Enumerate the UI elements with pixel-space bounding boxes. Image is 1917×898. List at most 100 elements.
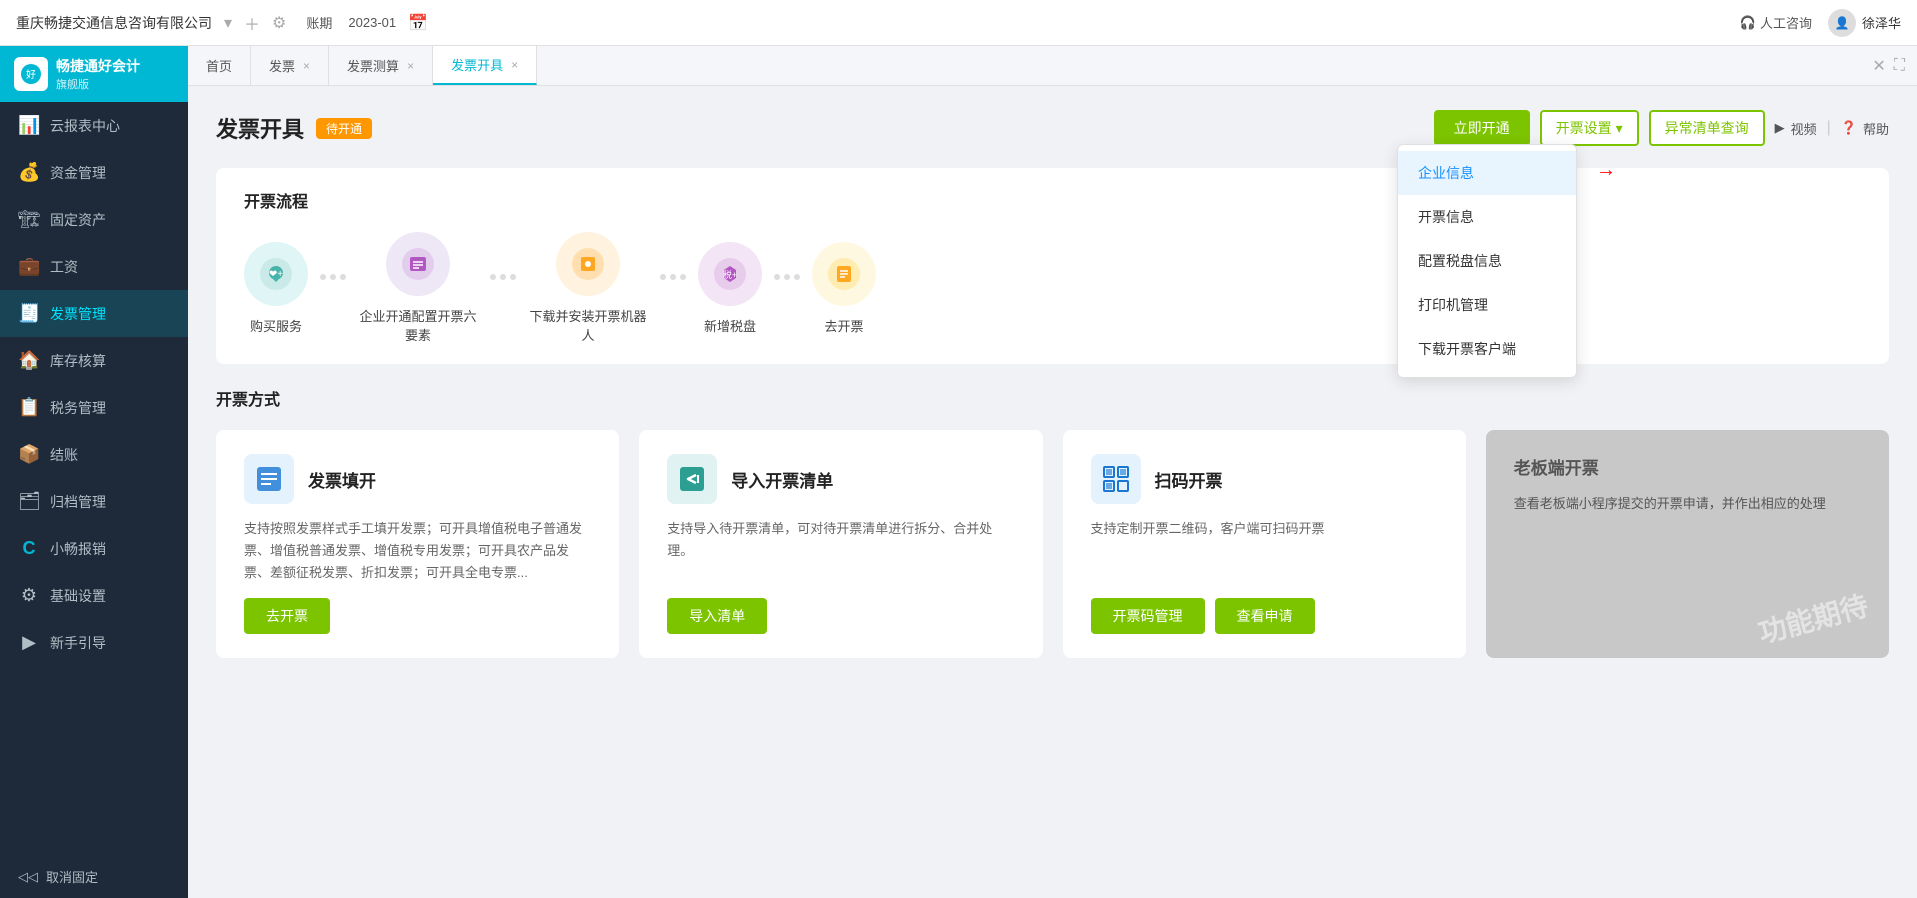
dropdown-invoice-info[interactable]: 开票信息 xyxy=(1398,195,1576,239)
sidebar-item-invoice[interactable]: 🧾 发票管理 xyxy=(0,290,188,337)
page-title: 发票开具 xyxy=(216,112,304,144)
settings-sidebar-icon: ⚙ xyxy=(18,585,40,606)
boss-method-name: 老板端开票 xyxy=(1514,454,1599,479)
scan-method-desc: 支持定制开票二维码，客户端可扫码开票 xyxy=(1091,518,1438,584)
activate-button[interactable]: 立即开通 xyxy=(1434,110,1530,146)
dropdown-download-client[interactable]: 下载开票客户端 xyxy=(1398,327,1576,371)
exception-button[interactable]: 异常清单查询 xyxy=(1649,110,1765,146)
sidebar-item-label: 工资 xyxy=(50,257,78,277)
avatar: 👤 xyxy=(1828,9,1856,37)
logo-icon: 好 xyxy=(14,57,48,91)
flow-section-title: 开票流程 xyxy=(244,188,1861,212)
manual-method-desc: 支持按照发票样式手工填开发票；可开具增值税电子普通发票、增值税普通发票、增值税专… xyxy=(244,518,591,584)
scan-method-name: 扫码开票 xyxy=(1155,467,1223,492)
cancel-pin[interactable]: ◁◁ 取消固定 xyxy=(0,855,188,898)
import-method-icon xyxy=(667,454,717,504)
dropdown-company-info[interactable]: 企业信息 xyxy=(1398,151,1576,195)
help-icon: ❓ xyxy=(1841,120,1857,136)
flow-step-3: 下载并安装开票机器人 xyxy=(528,232,648,344)
manual-method-icon xyxy=(244,454,294,504)
username: 徐泽华 xyxy=(1862,13,1901,32)
sidebar-item-guide[interactable]: ▶ 新手引导 xyxy=(0,619,188,666)
company-name: 重庆畅捷交通信息咨询有限公司 xyxy=(16,13,212,33)
pin-icon: ◁◁ xyxy=(18,869,38,885)
sidebar-item-cloud-report[interactable]: 📊 云报表中心 xyxy=(0,102,188,149)
sidebar-item-label: 新手引导 xyxy=(50,633,106,653)
flow-section: 开票流程 ❤+ 购买服务 xyxy=(216,168,1889,364)
tab-invoice-issue[interactable]: 发票开具 × xyxy=(433,46,537,85)
page-content: 发票开具 待开通 立即开通 开票设置 ▾ 异常清单查询 ▶ xyxy=(188,86,1917,898)
sidebar-item-archive[interactable]: 🗂 归档管理 xyxy=(0,478,188,525)
sidebar-item-tax[interactable]: 📋 税务管理 xyxy=(0,384,188,431)
sidebar-item-label: 云报表中心 xyxy=(50,116,120,136)
dropdown-tax-disk[interactable]: 配置税盘信息 xyxy=(1398,239,1576,283)
scan-view-button[interactable]: 查看申请 xyxy=(1215,598,1315,634)
cancel-pin-label: 取消固定 xyxy=(46,867,98,886)
tab-invoice[interactable]: 发票 × xyxy=(251,46,329,85)
add-company-icon[interactable]: ＋ xyxy=(244,11,260,35)
sidebar-item-account[interactable]: 📦 结账 xyxy=(0,431,188,478)
sidebar-item-settings[interactable]: ⚙ 基础设置 xyxy=(0,572,188,619)
dropdown-printer[interactable]: 打印机管理 xyxy=(1398,283,1576,327)
status-badge: 待开通 xyxy=(316,118,372,139)
company-dropdown-icon[interactable]: ▾ xyxy=(224,13,232,33)
connector-1 xyxy=(320,274,346,280)
user-info[interactable]: 👤 徐泽华 xyxy=(1828,9,1901,37)
manual-method-button[interactable]: 去开票 xyxy=(244,598,330,634)
video-button[interactable]: ▶ 视频 xyxy=(1775,119,1817,138)
method-card-scan: 扫码开票 支持定制开票二维码，客户端可扫码开票 开票码管理 查看申请 xyxy=(1063,430,1466,658)
step-4-icon: 税+ xyxy=(698,242,762,306)
import-method-name: 导入开票清单 xyxy=(731,467,833,492)
sidebar-item-fund[interactable]: 💰 资金管理 xyxy=(0,149,188,196)
help-button[interactable]: ❓ 帮助 xyxy=(1841,119,1889,138)
method-card-boss: 老板端开票 查看老板端小程序提交的开票申请，并作出相应的处理 功能期待 xyxy=(1486,430,1889,658)
manual-method-name: 发票填开 xyxy=(308,467,376,492)
sidebar-item-salary[interactable]: 💼 工资 xyxy=(0,243,188,290)
step-5-icon xyxy=(812,242,876,306)
methods-section: 开票方式 xyxy=(216,386,1889,658)
tab-invoice-close[interactable]: × xyxy=(303,59,310,73)
tab-invoice-issue-close[interactable]: × xyxy=(511,58,518,72)
sidebar-item-fixed-assets[interactable]: 🏗 固定资产 xyxy=(0,196,188,243)
red-arrow: → xyxy=(1596,159,1616,182)
sidebar-item-inventory[interactable]: 🏠 库存核算 xyxy=(0,337,188,384)
method-card-manual: 发票填开 支持按照发票样式手工填开发票；可开具增值税电子普通发票、增值税普通发票… xyxy=(216,430,619,658)
inventory-icon: 🏠 xyxy=(18,350,40,371)
settings-icon[interactable]: ⚙ xyxy=(272,13,286,33)
import-method-button[interactable]: 导入清单 xyxy=(667,598,767,634)
content-area: 首页 发票 × 发票测算 × 发票开具 × ✕ ⛶ xyxy=(188,46,1917,898)
fund-icon: 💰 xyxy=(18,162,40,183)
sidebar-logo: 好 畅捷通好会计 旗舰版 xyxy=(0,46,188,102)
top-bar: 重庆畅捷交通信息咨询有限公司 ▾ ＋ ⚙ 账期 2023-01 📅 🎧 人工咨询… xyxy=(0,0,1917,46)
tab-home[interactable]: 首页 xyxy=(188,46,251,85)
consult-button[interactable]: 🎧 人工咨询 xyxy=(1740,13,1812,32)
step-1-label: 购买服务 xyxy=(250,316,302,335)
calendar-icon[interactable]: 📅 xyxy=(408,13,428,33)
sidebar-item-report[interactable]: C 小畅报销 xyxy=(0,525,188,572)
scan-manage-button[interactable]: 开票码管理 xyxy=(1091,598,1205,634)
connector-2 xyxy=(490,274,516,280)
method-card-import: 导入开票清单 支持导入待开票清单，可对待开票清单进行拆分、合并处理。 导入清单 xyxy=(639,430,1042,658)
setting-button[interactable]: 开票设置 ▾ xyxy=(1540,110,1639,146)
tab-invoice-calc-close[interactable]: × xyxy=(407,59,414,73)
svg-text:税+: 税+ xyxy=(723,269,737,280)
tab-invoice-calc[interactable]: 发票测算 × xyxy=(329,46,433,85)
scan-method-icon xyxy=(1091,454,1141,504)
sidebar-item-label: 小畅报销 xyxy=(50,539,106,559)
tax-icon: 📋 xyxy=(18,397,40,418)
sidebar-item-label: 基础设置 xyxy=(50,586,106,606)
invoice-methods: 发票填开 支持按照发票样式手工填开发票；可开具增值税电子普通发票、增值税普通发票… xyxy=(216,430,1889,658)
report-icon: C xyxy=(18,538,40,559)
step-5-label: 去开票 xyxy=(824,316,863,335)
close-window-button[interactable]: ✕ xyxy=(1872,56,1885,76)
play-icon: ▶ xyxy=(1775,120,1785,136)
maximize-window-button[interactable]: ⛶ xyxy=(1894,57,1905,75)
flow-step-1: ❤+ 购买服务 xyxy=(244,242,308,335)
sidebar: 好 畅捷通好会计 旗舰版 📊 云报表中心 💰 资金管理 🏗 固定资产 xyxy=(0,46,188,898)
methods-section-title: 开票方式 xyxy=(216,386,1889,410)
sidebar-item-label: 税务管理 xyxy=(50,398,106,418)
sidebar-item-label: 库存核算 xyxy=(50,351,106,371)
setting-dropdown-arrow: ▾ xyxy=(1616,120,1623,137)
page-header: 发票开具 待开通 立即开通 开票设置 ▾ 异常清单查询 ▶ xyxy=(216,110,1889,146)
tab-bar: 首页 发票 × 发票测算 × 发票开具 × ✕ ⛶ xyxy=(188,46,1917,86)
